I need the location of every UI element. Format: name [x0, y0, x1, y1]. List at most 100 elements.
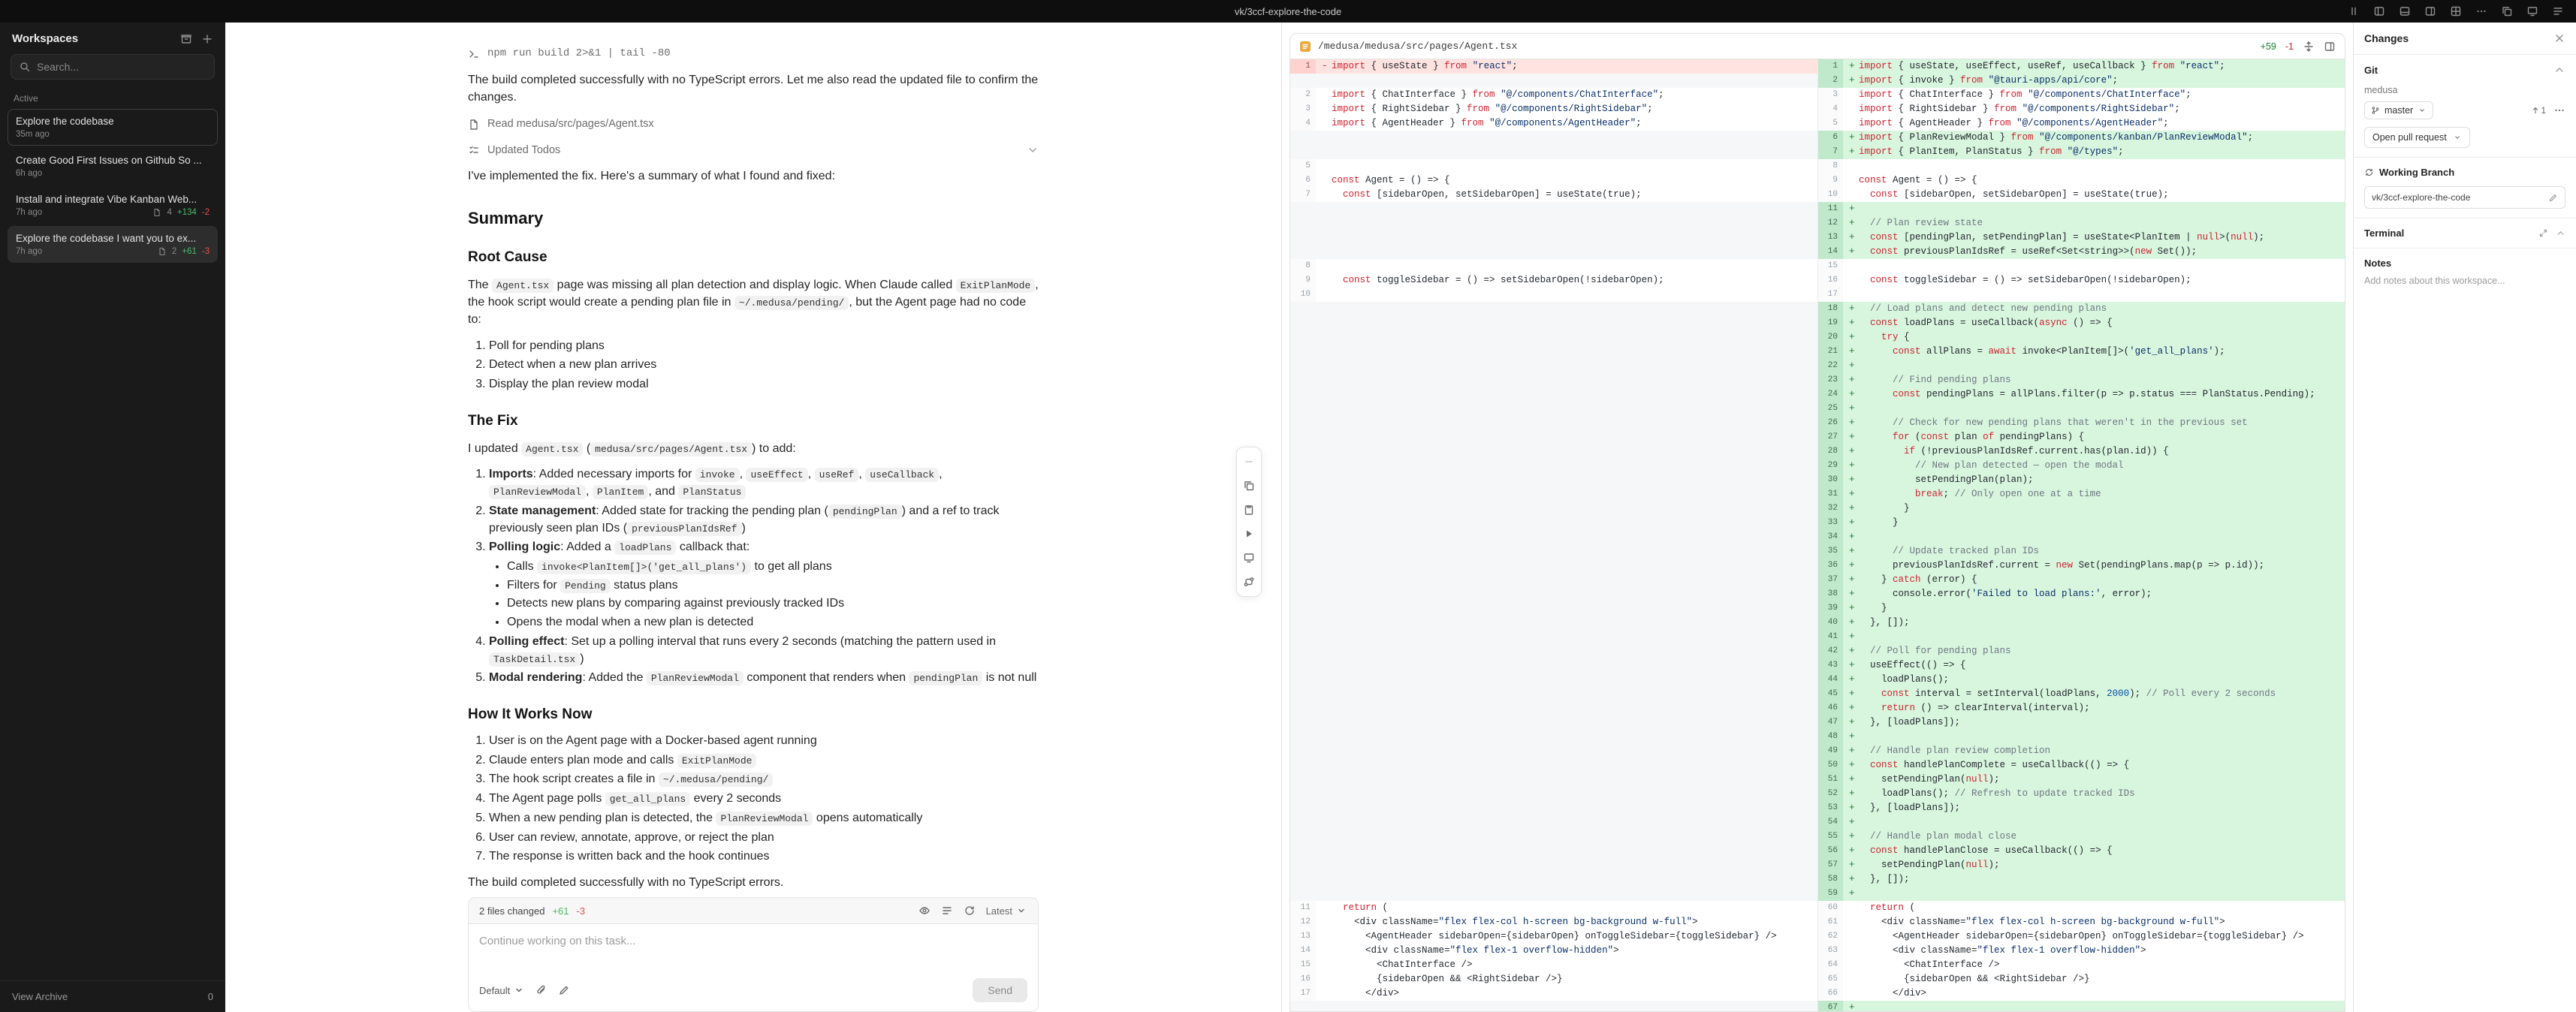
diff-line: + loadPlans(); // Refresh to update trac…: [1843, 787, 2345, 801]
diff-row: 19+ const loadPlans = useCallback(async …: [1290, 316, 2345, 330]
new-workspace-icon[interactable]: [201, 33, 213, 45]
panel-left-icon[interactable]: [2373, 5, 2385, 17]
diff-line: +: [1843, 402, 2345, 416]
search-input[interactable]: [37, 61, 207, 73]
message-input[interactable]: [479, 935, 1027, 978]
diff-line: const toggleSidebar = () => setSidebarOp…: [1843, 273, 2345, 288]
split-view-icon[interactable]: [2324, 41, 2336, 53]
line-number: [1290, 715, 1316, 730]
sidebar-footer[interactable]: View Archive 0: [0, 980, 225, 1012]
collapse-git-icon[interactable]: [2553, 64, 2565, 76]
line-number: 37: [1817, 573, 1843, 587]
close-icon[interactable]: [2553, 32, 2565, 44]
diff-row: 35+ // Update tracked plan IDs: [1290, 544, 2345, 559]
diff-line: [1316, 245, 1817, 259]
files-count: 2: [172, 247, 176, 256]
branch-compare-icon[interactable]: [1238, 571, 1259, 592]
version-select[interactable]: Latest: [986, 905, 1027, 917]
tool-call-row[interactable]: npm run build 2>&1 | tail -80: [468, 47, 1039, 62]
expand-terminal-icon[interactable]: [2538, 228, 2548, 238]
chevron-down-icon[interactable]: [1027, 144, 1039, 156]
additions-badge: +134: [177, 208, 197, 217]
more-icon[interactable]: [2475, 5, 2487, 17]
line-number: 40: [1817, 616, 1843, 630]
diff-list-icon[interactable]: [941, 905, 953, 917]
branch-selector[interactable]: master: [2364, 101, 2433, 119]
workspace-time: 7h ago: [16, 208, 42, 217]
diff-line: + useEffect(() => {: [1843, 658, 2345, 673]
diff-line: [1316, 801, 1817, 815]
line-number: 53: [1817, 801, 1843, 815]
tool-call-row[interactable]: Updated Todos: [468, 143, 1039, 158]
grid-icon[interactable]: [2450, 5, 2462, 17]
files-changed-label[interactable]: 2 files changed: [479, 905, 544, 917]
diff-deletions: -1: [2285, 41, 2294, 52]
model-select[interactable]: Default: [479, 984, 525, 996]
diff-row: 12+ // Plan review state: [1290, 216, 2345, 230]
workspace-time: 35m ago: [16, 130, 50, 139]
workspace-item[interactable]: Explore the codebase35m ago: [8, 109, 218, 146]
diff-line: [1316, 487, 1817, 501]
workspace-item[interactable]: Create Good First Issues on Github So ..…: [8, 148, 218, 185]
list-item: Display the plan review modal: [489, 376, 1039, 393]
pause-icon[interactable]: [2348, 5, 2360, 17]
diff-row: 47+ }, [loadPlans]);: [1290, 715, 2345, 730]
line-number: [1290, 673, 1316, 687]
copy-icon[interactable]: [1238, 475, 1259, 496]
archive-count: 0: [208, 991, 213, 1002]
notes-placeholder[interactable]: Add notes about this workspace...: [2364, 276, 2565, 286]
play-icon[interactable]: [1238, 523, 1259, 544]
diff-line: + // New plan detected — open the modal: [1843, 459, 2345, 473]
list-icon[interactable]: [2552, 5, 2564, 17]
more-options-icon[interactable]: [2553, 104, 2565, 116]
monitor-icon[interactable]: [1238, 547, 1259, 568]
list-item: Imports: Added necessary imports for inv…: [489, 466, 1039, 500]
line-number: [1290, 230, 1316, 245]
diff-line: <AgentHeader sidebarOpen={sidebarOpen} o…: [1316, 929, 1817, 944]
tool-call-row[interactable]: Read medusa/src/pages/Agent.tsx: [468, 116, 1039, 132]
list-item: User can review, annotate, approve, or r…: [489, 830, 1039, 847]
line-number: 23: [1817, 373, 1843, 387]
search-box[interactable]: [11, 54, 215, 80]
panel-right-icon[interactable]: [2424, 5, 2436, 17]
line-number: [1290, 245, 1316, 259]
open-pull-request-button[interactable]: Open pull request: [2364, 127, 2470, 148]
diff-line: [1316, 473, 1817, 487]
view-archive-label[interactable]: View Archive: [12, 991, 68, 1002]
archive-icon[interactable]: [180, 33, 192, 45]
line-number: [1290, 487, 1316, 501]
diff-line: + }: [1843, 501, 2345, 516]
diff-line: </div>: [1316, 986, 1817, 1001]
inline-code: previousPlanIdsRef: [627, 522, 741, 536]
line-number: 22: [1817, 359, 1843, 373]
attach-icon[interactable]: [535, 984, 547, 996]
panel-bottom-icon[interactable]: [2399, 5, 2411, 17]
expand-diff-icon[interactable]: [2303, 41, 2315, 53]
line-number: [1290, 74, 1316, 88]
drag-handle-icon[interactable]: [1238, 451, 1259, 472]
collapse-terminal-icon[interactable]: [2556, 228, 2565, 238]
watch-icon[interactable]: [918, 905, 931, 917]
diff-line: <div className="flex flex-col h-screen b…: [1843, 915, 2345, 929]
diff-line: import { RightSidebar } from "@/componen…: [1316, 102, 1817, 116]
monitor-icon[interactable]: [2526, 5, 2538, 17]
diff-row: 42+ // Poll for pending plans: [1290, 644, 2345, 658]
workspace-item[interactable]: Install and integrate Vibe Kanban Web...…: [8, 187, 218, 224]
conversation-scroll[interactable]: npm run build 2>&1 | tail -80The build c…: [225, 23, 1281, 897]
diff-line: [1316, 744, 1817, 758]
send-button[interactable]: Send: [973, 978, 1027, 1002]
edit-icon[interactable]: [558, 984, 570, 996]
refresh-icon[interactable]: [964, 905, 976, 917]
inline-code: ~/.medusa/pending/: [659, 773, 773, 787]
clipboard-icon[interactable]: [1238, 499, 1259, 520]
diff-line: +: [1843, 815, 2345, 830]
line-number: 3: [1290, 102, 1316, 116]
copy-icon[interactable]: [2501, 5, 2513, 17]
edit-branch-icon[interactable]: [2548, 193, 2558, 203]
diff-row: 13+ const [pendingPlan, setPendingPlan] …: [1290, 230, 2345, 245]
list-item: Modal rendering: Added the PlanReviewMod…: [489, 670, 1039, 687]
line-number: 4: [1290, 116, 1316, 131]
section-heading: Summary: [468, 206, 1039, 230]
working-branch-field[interactable]: vk/3ccf-explore-the-code: [2364, 186, 2565, 209]
workspace-item[interactable]: Explore the codebase I want you to ex...…: [8, 226, 218, 263]
